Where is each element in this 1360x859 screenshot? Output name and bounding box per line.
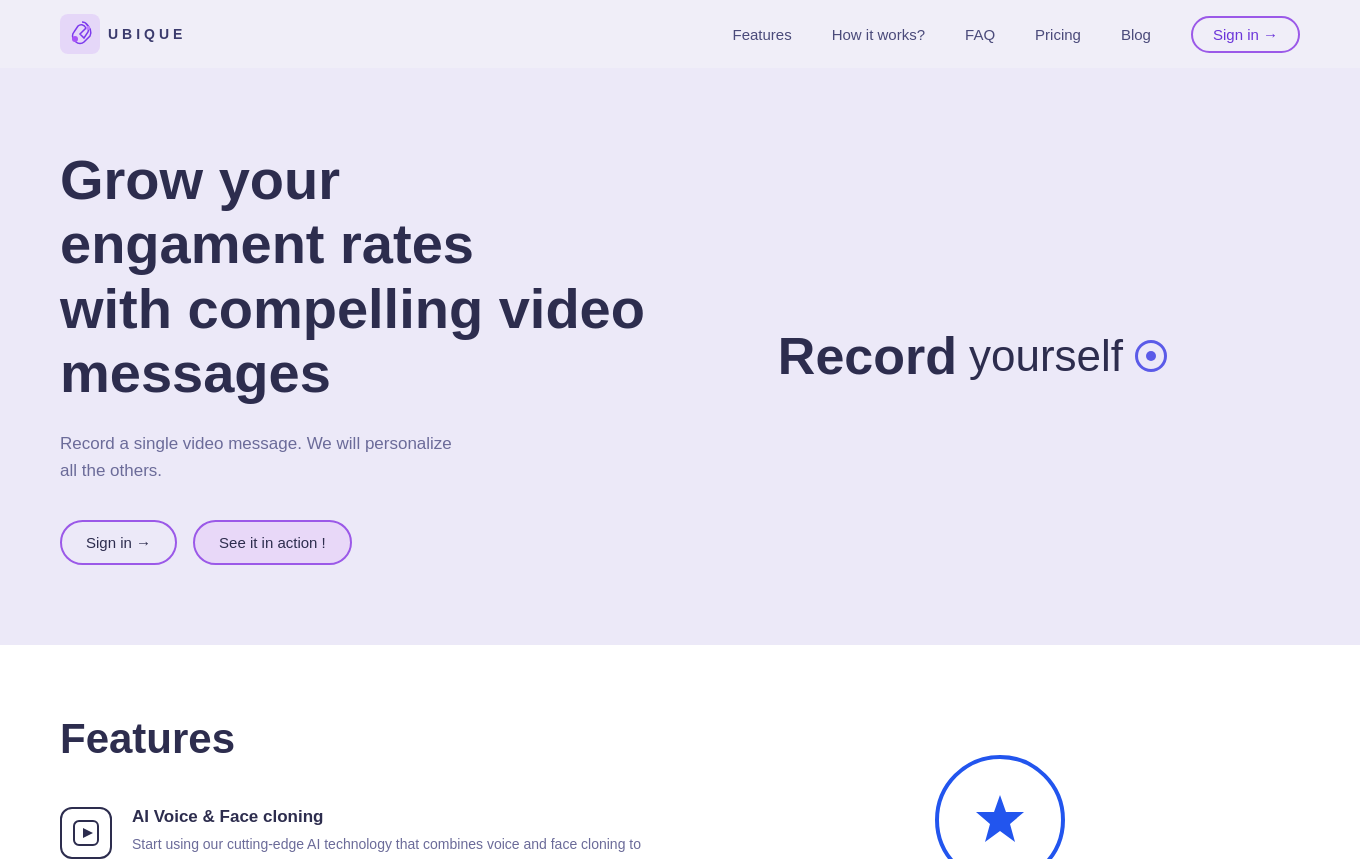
record-text: Record yourself xyxy=(778,326,1167,386)
stars-illustration xyxy=(870,755,1130,859)
svg-marker-4 xyxy=(83,828,93,838)
nav-features-link[interactable]: Features xyxy=(732,26,791,43)
features-left: Features AI Voice & Face cloning Start u… xyxy=(60,715,660,859)
svg-point-2 xyxy=(86,26,90,30)
hero-section: Grow your engament rates with compelling… xyxy=(0,68,1360,645)
star-icon-top xyxy=(970,790,1030,850)
hero-right: Record yourself xyxy=(645,326,1300,386)
feature-item-ai-voice: AI Voice & Face cloning Start using our … xyxy=(60,807,660,859)
hero-signin-button[interactable]: Sign in → xyxy=(60,520,177,565)
hero-buttons: Sign in → See it in action ! xyxy=(60,520,645,565)
feature-icon-play xyxy=(60,807,112,859)
svg-point-1 xyxy=(72,36,78,42)
features-section: Features AI Voice & Face cloning Start u… xyxy=(0,645,1360,859)
record-circle-icon xyxy=(1135,340,1167,372)
svg-marker-7 xyxy=(976,795,1024,842)
play-icon xyxy=(73,820,99,846)
hero-see-action-button[interactable]: See it in action ! xyxy=(193,520,352,565)
nav-how-it-works-link[interactable]: How it works? xyxy=(832,26,925,43)
feature-text-ai-voice: AI Voice & Face cloning Start using our … xyxy=(132,807,660,859)
nav-pricing-link[interactable]: Pricing xyxy=(1035,26,1081,43)
logo-icon xyxy=(60,14,100,54)
logo-text: UBIQUE xyxy=(108,26,186,42)
hero-left: Grow your engament rates with compelling… xyxy=(60,148,645,565)
nav-blog-link[interactable]: Blog xyxy=(1121,26,1151,43)
hero-subtitle: Record a single video message. We will p… xyxy=(60,430,645,484)
features-right xyxy=(700,715,1300,859)
star-circle-top xyxy=(935,755,1065,859)
features-title: Features xyxy=(60,715,660,763)
nav-signin-button[interactable]: Sign in → xyxy=(1191,16,1300,53)
hero-title: Grow your engament rates with compelling… xyxy=(60,148,645,406)
navbar: UBIQUE Features How it works? FAQ Pricin… xyxy=(0,0,1360,68)
logo[interactable]: UBIQUE xyxy=(60,14,186,54)
nav-faq-link[interactable]: FAQ xyxy=(965,26,995,43)
nav-links: Features How it works? FAQ Pricing Blog … xyxy=(732,16,1300,53)
